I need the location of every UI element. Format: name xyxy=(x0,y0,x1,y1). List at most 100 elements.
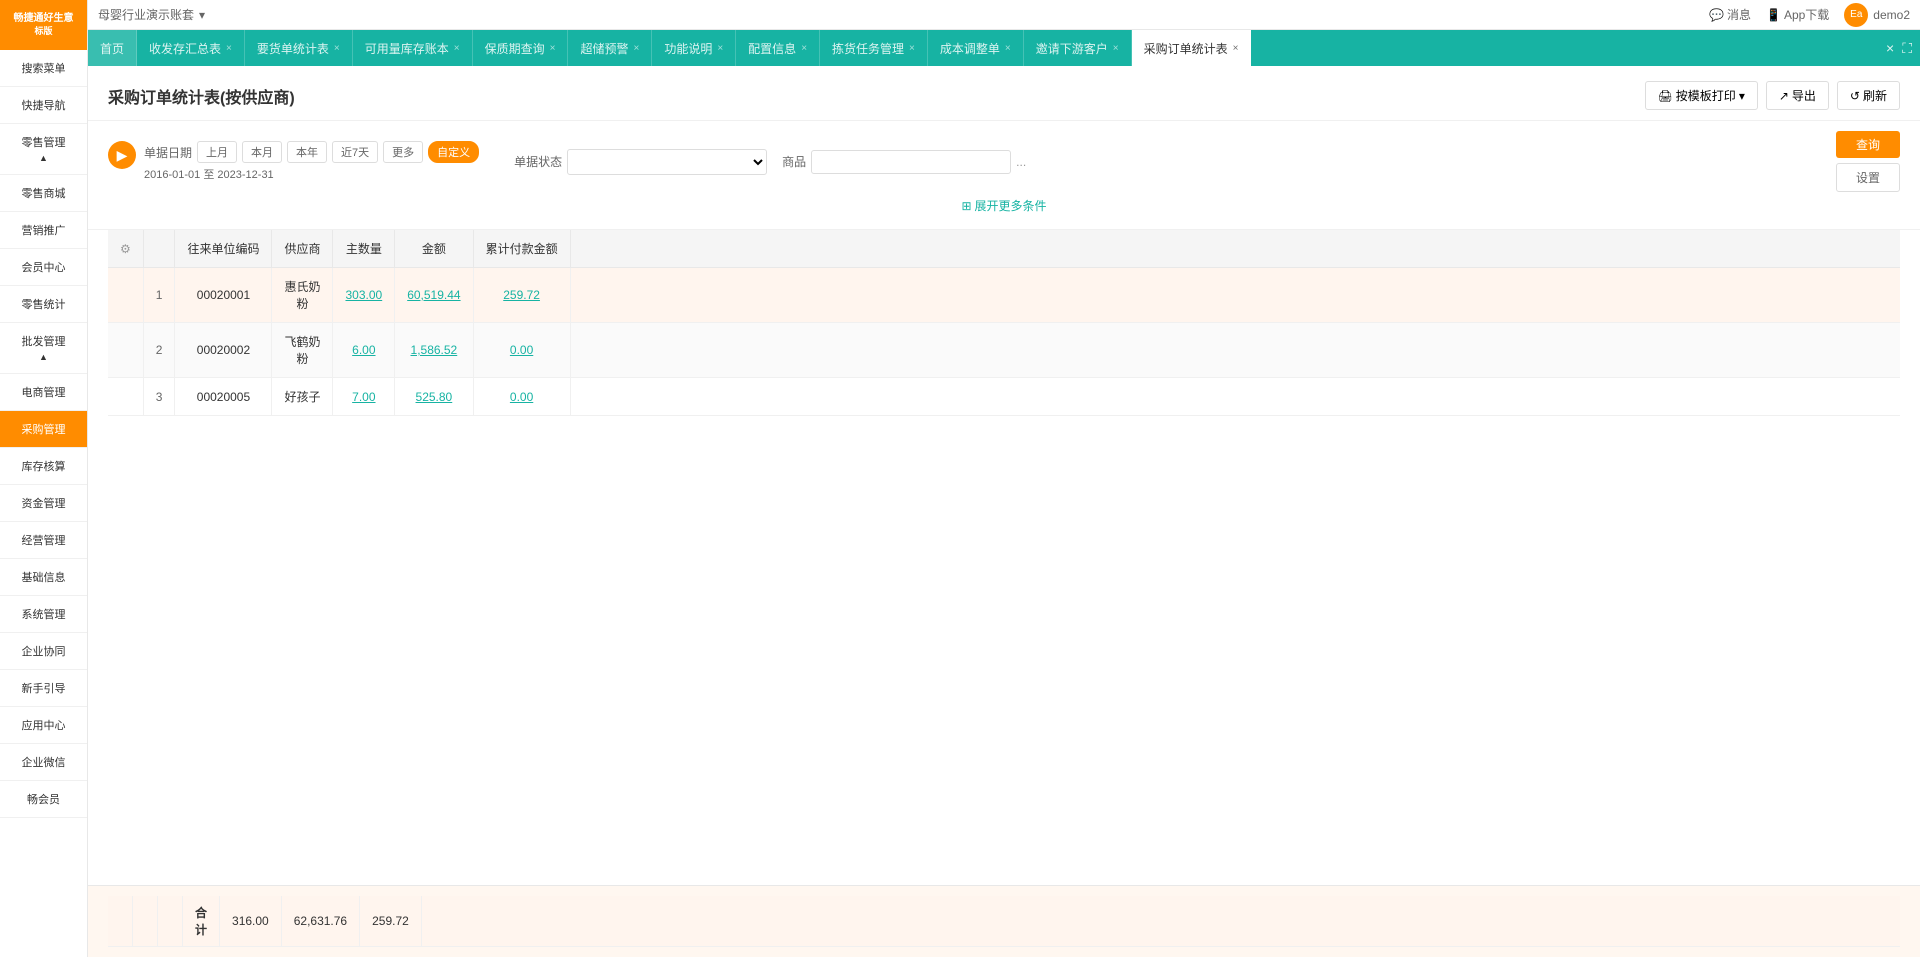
sidebar-item-retail-stats[interactable]: 零售统计 xyxy=(0,286,87,323)
tab-overstock[interactable]: 超储预警 × xyxy=(568,30,652,66)
sidebar-item-member-plus[interactable]: 畅会员 xyxy=(0,781,87,818)
row-qty-1[interactable]: 6.00 xyxy=(333,323,395,378)
row-qty-0[interactable]: 303.00 xyxy=(333,268,395,323)
tab-help[interactable]: 功能说明× xyxy=(652,30,736,66)
refresh-icon: ↺ xyxy=(1850,89,1860,103)
date-this-year-button[interactable]: 本年 xyxy=(287,141,327,163)
row-paid-1[interactable]: 0.00 xyxy=(473,323,570,378)
sidebar-item-search[interactable]: 搜索菜单 xyxy=(0,50,87,87)
row-amount-2[interactable]: 525.80 xyxy=(395,378,473,416)
tab-close-order-stat[interactable]: × xyxy=(334,43,340,54)
tab-close-inventory[interactable]: × xyxy=(454,43,460,54)
refresh-button[interactable]: ↺ 刷新 xyxy=(1837,81,1900,110)
seq-column-header xyxy=(143,230,175,268)
table-row: 1 00020001 惠氏奶粉 303.00 60,519.44 259.72 xyxy=(108,268,1900,323)
tab-invite[interactable]: 邀请下游客户 × xyxy=(1024,30,1132,66)
tab-label-picking: 拣货任务管理 xyxy=(832,40,904,57)
date-more-button[interactable]: 更多 xyxy=(383,141,423,163)
tab-inventory[interactable]: 可用量库存账本 × xyxy=(353,30,473,66)
settings-gear-icon[interactable]: ⚙ xyxy=(120,242,131,256)
tab-close-help[interactable]: × xyxy=(717,43,723,54)
row-amount-0[interactable]: 60,519.44 xyxy=(395,268,473,323)
print-button[interactable]: 🖨 按模板打印 ▾ xyxy=(1645,81,1758,110)
sidebar-item-ecommerce[interactable]: 电商管理 xyxy=(0,374,87,411)
tab-close-purchase-stat[interactable]: × xyxy=(1233,43,1239,54)
table-row: 3 00020005 好孩子 7.00 525.80 0.00 xyxy=(108,378,1900,416)
tab-maximize-button[interactable]: ⛶ xyxy=(1902,40,1912,57)
tab-label-expiry: 保质期查询 xyxy=(485,40,545,57)
page-title: 采购订单统计表(按供应商) xyxy=(108,84,295,108)
sidebar-item-members[interactable]: 会员中心 xyxy=(0,249,87,286)
sidebar-item-basic-info[interactable]: 基础信息 xyxy=(0,559,87,596)
tab-bar-controls: × ⛶ xyxy=(1878,30,1920,66)
row-qty-2[interactable]: 7.00 xyxy=(333,378,395,416)
status-select[interactable] xyxy=(567,149,767,175)
row-settings-1 xyxy=(108,323,143,378)
expand-filters-button[interactable]: ⊞ 展开更多条件 xyxy=(961,197,1046,214)
tab-home[interactable]: 首页 xyxy=(88,30,137,66)
tab-close-picking[interactable]: × xyxy=(909,43,915,54)
status-filter-item: 单据状态 xyxy=(514,149,767,175)
settings-button[interactable]: 设置 xyxy=(1836,163,1900,192)
tab-picking[interactable]: 拣货任务管理 × xyxy=(820,30,928,66)
row-amount-1[interactable]: 1,586.52 xyxy=(395,323,473,378)
tab-close-cost-adj[interactable]: × xyxy=(1005,43,1011,54)
sidebar-item-enterprise-wx[interactable]: 企业微信 xyxy=(0,744,87,781)
sidebar-item-purchase[interactable]: 采购管理 xyxy=(0,411,87,448)
message-button[interactable]: 💬 消息 xyxy=(1709,6,1751,23)
row-paid-2[interactable]: 0.00 xyxy=(473,378,570,416)
tab-receive[interactable]: 收发存汇总表× xyxy=(137,30,245,66)
goods-more-button[interactable]: ... xyxy=(1016,155,1026,169)
tab-cost-adj[interactable]: 成本调整单 × xyxy=(928,30,1024,66)
print-dropdown-icon: ▾ xyxy=(1739,89,1745,103)
tab-container: 首页收发存汇总表×要货单统计表×可用量库存账本×保质期查询×超储预警×功能说明×… xyxy=(88,30,1251,66)
row-paid-0[interactable]: 259.72 xyxy=(473,268,570,323)
tab-close-all-button[interactable]: × xyxy=(1886,40,1894,56)
row-extra-1 xyxy=(570,323,1900,378)
filter-toggle-button[interactable]: ▶ xyxy=(108,141,136,169)
sidebar-item-finance[interactable]: 资金管理 xyxy=(0,485,87,522)
tab-close-overstock[interactable]: × xyxy=(633,43,639,54)
tab-expiry[interactable]: 保质期查询 × xyxy=(473,30,569,66)
tab-label-inventory: 可用量库存账本 xyxy=(365,40,449,57)
date-last-month-button[interactable]: 上月 xyxy=(197,141,237,163)
user-menu[interactable]: Ea demo2 xyxy=(1844,3,1910,27)
tab-close-config[interactable]: × xyxy=(801,43,807,54)
sidebar-item-wholesale[interactable]: 批发管理▲ xyxy=(0,323,87,374)
app-download-button[interactable]: 📱 App下载 xyxy=(1766,6,1829,23)
amount-column-header: 金额 xyxy=(395,230,473,268)
sidebar-item-app-center[interactable]: 应用中心 xyxy=(0,707,87,744)
goods-input[interactable] xyxy=(811,150,1011,174)
query-button[interactable]: 查询 xyxy=(1836,131,1900,158)
row-seq-0: 1 xyxy=(143,268,175,323)
date-this-month-button[interactable]: 本月 xyxy=(242,141,282,163)
sidebar-item-system[interactable]: 系统管理 xyxy=(0,596,87,633)
tab-label-overstock: 超储预警 xyxy=(580,40,628,57)
date-7days-button[interactable]: 近7天 xyxy=(332,141,378,163)
tab-label-invite: 邀请下游客户 xyxy=(1036,40,1108,57)
sidebar-item-enterprise[interactable]: 企业协同 xyxy=(0,633,87,670)
breadcrumb-selector[interactable]: 母婴行业演示账套 ▾ xyxy=(98,6,205,23)
tab-label-purchase-stat: 采购订单统计表 xyxy=(1144,40,1228,57)
tab-close-receive[interactable]: × xyxy=(226,43,232,54)
row-unit-code-2: 00020005 xyxy=(175,378,272,416)
sidebar-item-retail[interactable]: 零售管理▲ xyxy=(0,124,87,175)
footer-amount: 62,631.76 xyxy=(281,896,359,947)
sidebar-item-new-guide[interactable]: 新手引导 xyxy=(0,670,87,707)
export-button[interactable]: ↗ 导出 xyxy=(1766,81,1829,110)
sidebar-item-quick-nav[interactable]: 快捷导航 xyxy=(0,87,87,124)
table-body: 1 00020001 惠氏奶粉 303.00 60,519.44 259.72 … xyxy=(108,268,1900,416)
date-custom-button[interactable]: 自定义 xyxy=(428,141,479,163)
sidebar-item-marketing[interactable]: 营销推广 xyxy=(0,212,87,249)
sidebar-item-operations[interactable]: 经营管理 xyxy=(0,522,87,559)
sidebar-item-retail-mall[interactable]: 零售商城 xyxy=(0,175,87,212)
tab-close-invite[interactable]: × xyxy=(1113,43,1119,54)
tab-label-cost-adj: 成本调整单 xyxy=(940,40,1000,57)
filter-more-row: ⊞ 展开更多条件 xyxy=(108,192,1900,219)
tab-close-expiry[interactable]: × xyxy=(550,43,556,54)
tab-config[interactable]: 配置信息× xyxy=(736,30,820,66)
sidebar-item-inventory-check[interactable]: 库存核算 xyxy=(0,448,87,485)
query-area: 查询 设置 xyxy=(1836,131,1900,192)
tab-purchase-stat[interactable]: 采购订单统计表 × xyxy=(1132,30,1252,66)
tab-order-stat[interactable]: 要货单统计表× xyxy=(245,30,353,66)
